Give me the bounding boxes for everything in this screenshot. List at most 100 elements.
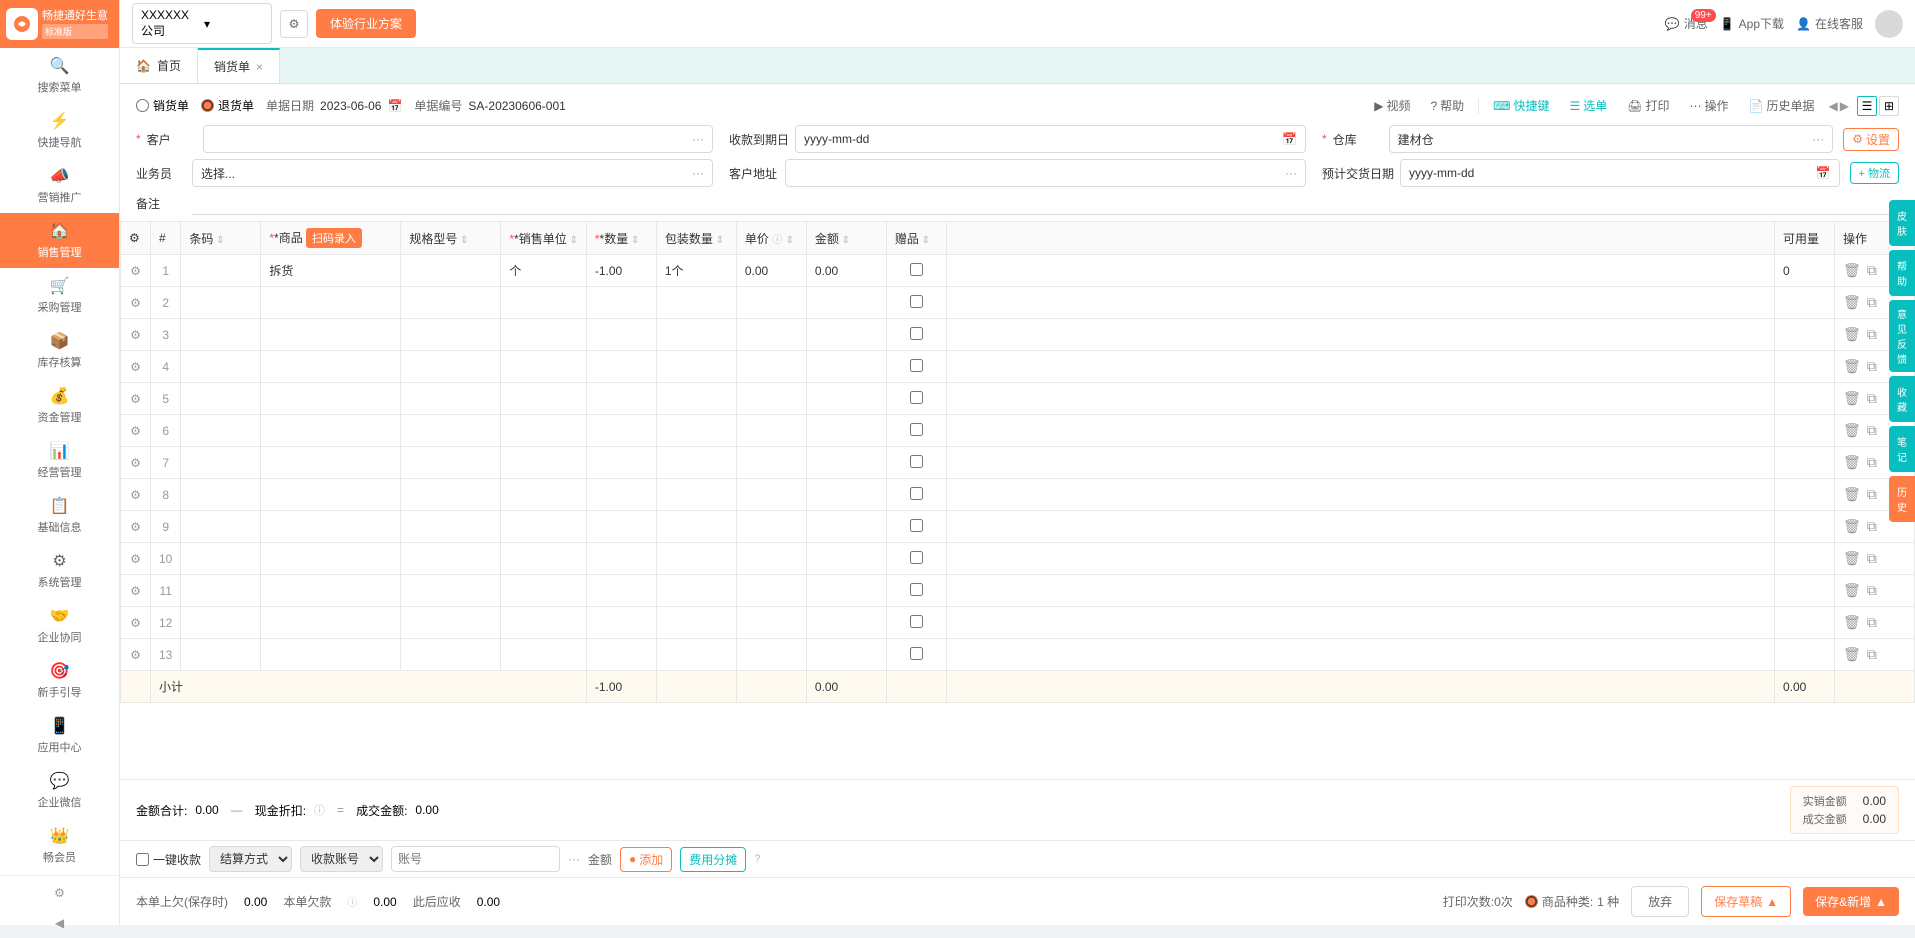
- row-gift[interactable]: [886, 543, 946, 575]
- row-settings[interactable]: ⚙: [121, 351, 151, 383]
- row-barcode[interactable]: [181, 575, 261, 607]
- row-barcode[interactable]: [181, 287, 261, 319]
- row-qty[interactable]: [586, 479, 656, 511]
- message-btn[interactable]: 💬 消息 99+: [1665, 15, 1708, 32]
- row-settings[interactable]: ⚙: [121, 607, 151, 639]
- row-price[interactable]: [736, 447, 806, 479]
- tab-sales[interactable]: 销货单 ×: [198, 48, 280, 83]
- copy-icon[interactable]: ⧉: [1867, 262, 1877, 279]
- row-spec[interactable]: [401, 479, 501, 511]
- row-product[interactable]: [261, 447, 401, 479]
- delete-icon[interactable]: 🗑: [1843, 582, 1861, 599]
- row-amount[interactable]: [806, 575, 886, 607]
- one-click-payment[interactable]: 一键收款: [136, 851, 201, 868]
- row-gift[interactable]: [886, 639, 946, 671]
- row-product[interactable]: [261, 287, 401, 319]
- copy-icon[interactable]: ⧉: [1867, 422, 1877, 439]
- row-price[interactable]: [736, 639, 806, 671]
- form-settings-btn[interactable]: ⚙ 设置: [1843, 128, 1899, 151]
- add-payment-btn[interactable]: ● 添加: [620, 847, 672, 872]
- row-spec[interactable]: [401, 255, 501, 287]
- row-qty[interactable]: -1.00: [586, 255, 656, 287]
- sidebar-collapse-btn[interactable]: ◀: [0, 908, 119, 938]
- float-history-btn[interactable]: 历史: [1889, 476, 1915, 522]
- row-pkg[interactable]: [656, 447, 736, 479]
- row-gift[interactable]: [886, 479, 946, 511]
- row-spec[interactable]: [401, 575, 501, 607]
- row-pkg[interactable]: [656, 415, 736, 447]
- row-gift[interactable]: [886, 447, 946, 479]
- row-gift[interactable]: [886, 351, 946, 383]
- row-product[interactable]: [261, 575, 401, 607]
- row-settings[interactable]: ⚙: [121, 383, 151, 415]
- shortcut-btn[interactable]: ⌨ 快捷键: [1487, 94, 1555, 117]
- sidebar-item-app-center[interactable]: 📱 应用中心: [0, 708, 119, 763]
- row-settings[interactable]: ⚙: [121, 479, 151, 511]
- row-pkg[interactable]: [656, 479, 736, 511]
- row-price[interactable]: [736, 415, 806, 447]
- row-unit[interactable]: [501, 447, 587, 479]
- row-spec[interactable]: [401, 607, 501, 639]
- row-amount[interactable]: [806, 543, 886, 575]
- row-unit[interactable]: [501, 511, 587, 543]
- save-new-btn[interactable]: 保存&新增 ▲: [1803, 887, 1899, 916]
- print-btn[interactable]: 🖨 打印: [1621, 94, 1675, 117]
- help-btn[interactable]: ? 帮助: [1424, 94, 1470, 117]
- prev-btn[interactable]: ◀: [1829, 99, 1838, 113]
- row-qty[interactable]: [586, 639, 656, 671]
- row-remarks[interactable]: [946, 319, 1774, 351]
- row-barcode[interactable]: [181, 255, 261, 287]
- row-barcode[interactable]: [181, 447, 261, 479]
- row-settings[interactable]: ⚙: [121, 287, 151, 319]
- save-draft-btn[interactable]: 保存草稿 ▲: [1701, 886, 1791, 917]
- row-amount[interactable]: [806, 319, 886, 351]
- row-settings[interactable]: ⚙: [121, 543, 151, 575]
- row-amount[interactable]: [806, 479, 886, 511]
- row-settings[interactable]: ⚙: [121, 255, 151, 287]
- trial-btn[interactable]: 体验行业方案: [316, 9, 416, 38]
- account-select[interactable]: 收款账号: [300, 846, 383, 872]
- app-download-btn[interactable]: 📱 App下载: [1720, 15, 1784, 32]
- sidebar-settings-btn[interactable]: ⚙: [0, 878, 119, 908]
- row-qty[interactable]: [586, 383, 656, 415]
- row-pkg[interactable]: [656, 383, 736, 415]
- float-favorite-btn[interactable]: 收藏: [1889, 376, 1915, 422]
- delete-icon[interactable]: 🗑: [1843, 550, 1861, 567]
- row-qty[interactable]: [586, 287, 656, 319]
- copy-icon[interactable]: ⧉: [1867, 358, 1877, 375]
- copy-icon[interactable]: ⧉: [1867, 614, 1877, 631]
- customer-addr-input[interactable]: ···: [785, 159, 1306, 187]
- row-qty[interactable]: [586, 351, 656, 383]
- row-gift[interactable]: [886, 607, 946, 639]
- row-product[interactable]: [261, 639, 401, 671]
- notes-input[interactable]: [192, 191, 1899, 215]
- expense-btn[interactable]: 费用分摊: [680, 847, 746, 872]
- delete-icon[interactable]: 🗑: [1843, 358, 1861, 375]
- row-price[interactable]: [736, 351, 806, 383]
- account-number-input[interactable]: [391, 846, 560, 872]
- float-feedback-btn[interactable]: 意见反馈: [1889, 300, 1915, 372]
- sidebar-item-search[interactable]: 🔍 搜索菜单: [0, 48, 119, 103]
- row-unit[interactable]: [501, 319, 587, 351]
- user-avatar[interactable]: [1875, 10, 1903, 38]
- row-remarks[interactable]: [946, 383, 1774, 415]
- row-settings[interactable]: ⚙: [121, 639, 151, 671]
- row-barcode[interactable]: [181, 607, 261, 639]
- row-unit[interactable]: [501, 607, 587, 639]
- row-qty[interactable]: [586, 415, 656, 447]
- row-remarks[interactable]: [946, 511, 1774, 543]
- row-unit[interactable]: [501, 639, 587, 671]
- row-gift[interactable]: [886, 319, 946, 351]
- sidebar-item-business-mgmt[interactable]: 📊 经营管理: [0, 433, 119, 488]
- float-help-btn[interactable]: 帮助: [1889, 250, 1915, 296]
- copy-icon[interactable]: ⧉: [1867, 326, 1877, 343]
- radio-return[interactable]: 退货单: [201, 97, 254, 114]
- tab-close-icon[interactable]: ×: [256, 60, 263, 74]
- row-qty[interactable]: [586, 447, 656, 479]
- row-price[interactable]: 0.00: [736, 255, 806, 287]
- row-unit[interactable]: 个: [501, 255, 587, 287]
- delete-icon[interactable]: 🗑: [1843, 614, 1861, 631]
- sidebar-item-system-mgmt[interactable]: ⚙ 系统管理: [0, 543, 119, 598]
- row-price[interactable]: [736, 607, 806, 639]
- row-amount[interactable]: 0.00: [806, 255, 886, 287]
